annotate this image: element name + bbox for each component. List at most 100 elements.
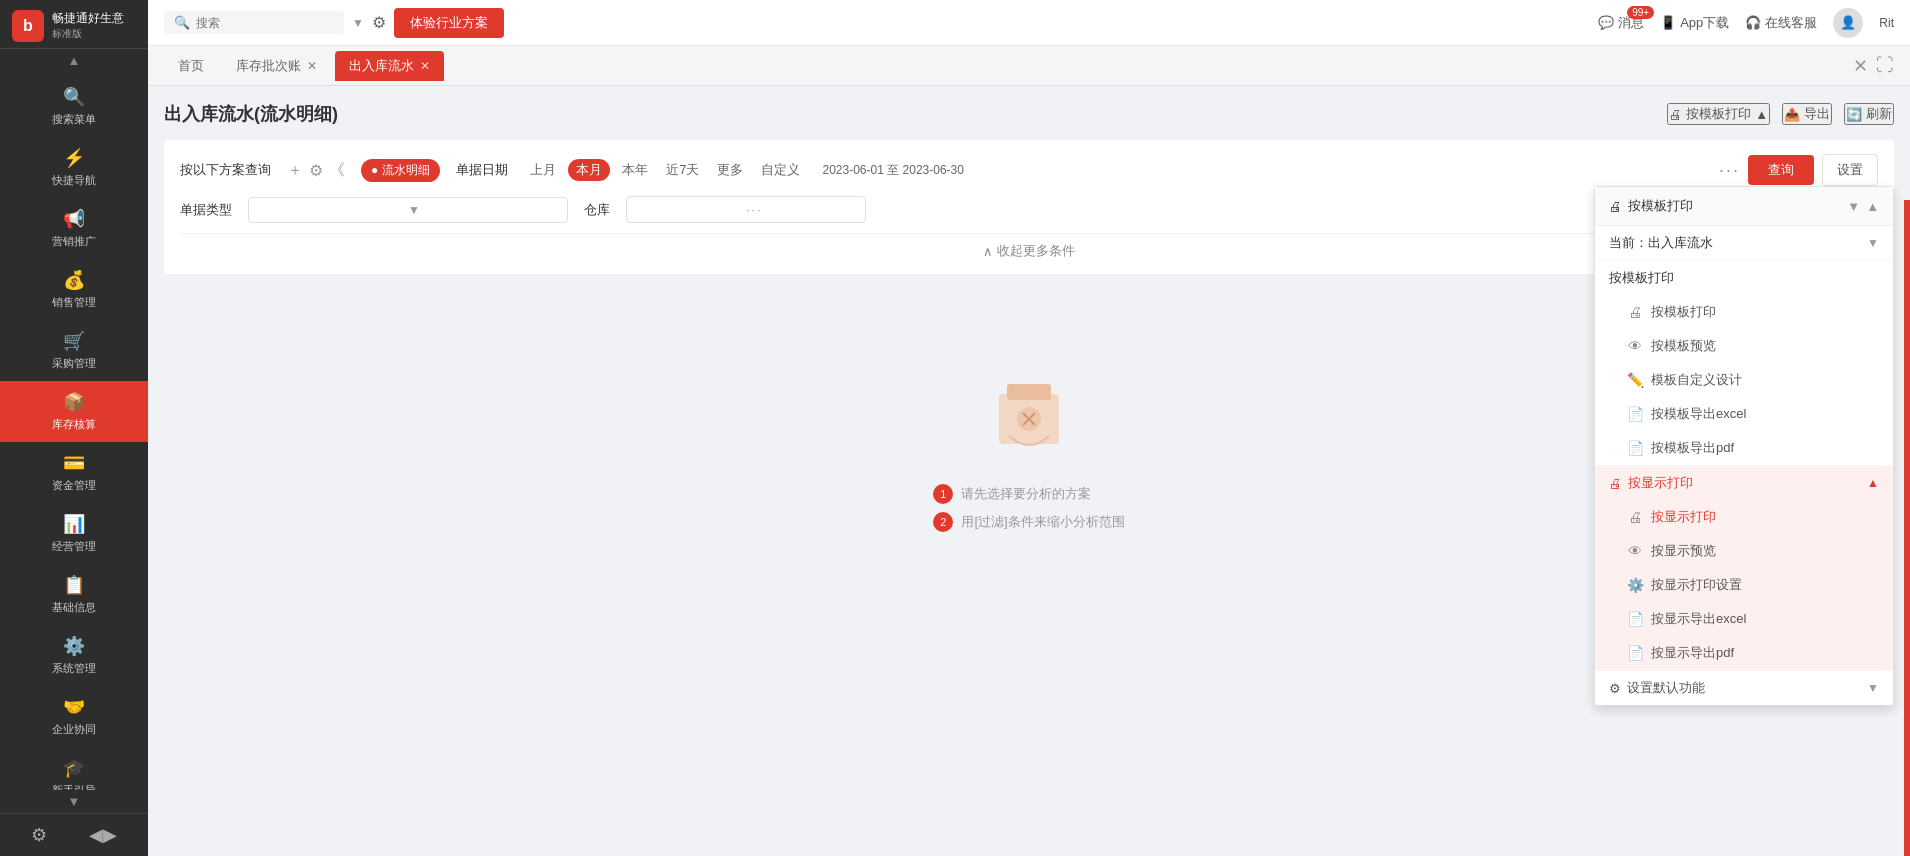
finance-nav-label: 资金管理 [52,478,96,493]
online-service-button[interactable]: 🎧 在线客服 [1745,14,1817,32]
tab-close-all-icon[interactable]: ✕ [1853,55,1868,77]
more-options-icon[interactable]: ··· [1719,160,1740,181]
export-button[interactable]: 📤 导出 [1782,103,1832,125]
filter-setting-button[interactable]: ⚙ [309,161,323,180]
sidebar-scroll-up[interactable]: ▲ [0,49,148,72]
tab-home[interactable]: 首页 [164,51,218,81]
dropdown-template-print-item[interactable]: 🖨 按模板打印 [1595,295,1893,329]
tab-batch-account[interactable]: 库存批次账 ✕ [222,51,331,81]
filter-add-button[interactable]: ＋ [287,160,303,181]
sidebar-bottom: ⚙ ◀▶ [0,813,148,856]
tab-batch-account-label: 库存批次账 [236,57,301,75]
dropdown-display-print-item[interactable]: 🖨 按显示打印 [1595,500,1893,534]
sidebar-item-marketing[interactable]: 📢 营销推广 [0,198,148,259]
sidebar-item-quick-nav[interactable]: ⚡ 快捷导航 [0,137,148,198]
search-nav-icon: 🔍 [63,86,85,108]
dropdown-display-header[interactable]: 🖨 按显示打印 ▲ [1595,466,1893,500]
print-dropdown-arrow[interactable]: ▲ [1755,107,1768,122]
display-preview-icon: 👁 [1627,543,1643,559]
template-pdf-icon: 📄 [1627,440,1643,456]
dropdown-footer-item[interactable]: ⚙ 设置默认功能 [1609,679,1705,697]
sidebar-item-operations[interactable]: 📊 经营管理 [0,503,148,564]
dropdown-template-header[interactable]: 按模板打印 [1595,261,1893,295]
collapse-more-btn[interactable]: ∧ 收起更多条件 [983,242,1075,260]
topbar-left: 🔍 ▼ ⚙ 体验行业方案 [164,8,504,38]
dropdown-template-label: 按模板打印 [1609,269,1674,287]
cooperation-nav-label: 企业协同 [52,722,96,737]
filter-label: 按以下方案查询 [180,161,271,179]
tab-maximize-icon[interactable]: ⛶ [1876,55,1894,76]
sidebar-item-purchase[interactable]: 🛒 采购管理 [0,320,148,381]
dropdown-template-excel-item[interactable]: 📄 按模板导出excel [1595,397,1893,431]
tab-expand-buttons: ✕ ⛶ [1853,55,1894,77]
operations-nav-label: 经营管理 [52,539,96,554]
basic-info-nav-label: 基础信息 [52,600,96,615]
filter-active-tag[interactable]: ● 流水明细 [361,159,440,182]
dropdown-template-design-item[interactable]: ✏️ 模板自定义设计 [1595,363,1893,397]
sidebar-scroll-down[interactable]: ▼ [0,790,148,813]
query-button[interactable]: 查询 [1748,155,1814,185]
avatar: 👤 [1833,8,1863,38]
sidebar-item-finance[interactable]: 💳 资金管理 [0,442,148,503]
dropdown-display-arrow: ▲ [1867,476,1879,490]
filter-collapse-button[interactable]: 《 [329,160,345,181]
dropdown-display-excel-item[interactable]: 📄 按显示导出excel [1595,602,1893,636]
tab-flow-close[interactable]: ✕ [420,59,430,73]
app-download-button[interactable]: 📱 App下载 [1660,14,1729,32]
sidebar-settings-btn[interactable]: ⚙ [31,824,47,846]
sales-nav-label: 销售管理 [52,295,96,310]
tab-flow[interactable]: 出入库流水 ✕ [335,51,444,81]
date-option-last-month[interactable]: 上月 [524,159,562,181]
warehouse-select[interactable]: ··· [626,196,866,223]
tab-batch-account-close[interactable]: ✕ [307,59,317,73]
dropdown-footer: ⚙ 设置默认功能 ▼ [1595,671,1893,705]
refresh-button[interactable]: 🔄 刷新 [1844,103,1894,125]
dropdown-printer-icon: 🖨 [1609,199,1622,214]
display-excel-label: 按显示导出excel [1651,610,1746,628]
date-option-more[interactable]: 更多 [711,159,749,181]
sidebar-item-basic-info[interactable]: 📋 基础信息 [0,564,148,625]
filter-tag-label: 流水明细 [382,162,430,179]
message-button[interactable]: 💬 消息 99+ [1598,14,1644,32]
dropdown-template-pdf-item[interactable]: 📄 按模板导出pdf [1595,431,1893,465]
dropdown-display-settings-item[interactable]: ⚙️ 按显示打印设置 [1595,568,1893,602]
settings-button[interactable]: 设置 [1822,154,1878,186]
topbar-search-chevron[interactable]: ▼ [352,16,364,30]
date-option-this-year[interactable]: 本年 [616,159,654,181]
right-edge-expand[interactable] [1904,200,1910,856]
trial-button[interactable]: 体验行业方案 [394,8,504,38]
doc-type-select[interactable]: ▼ [248,197,568,223]
date-option-7days[interactable]: 近7天 [660,159,705,181]
guide-nav-label: 新手引导 [52,783,96,790]
system-nav-label: 系统管理 [52,661,96,676]
date-option-this-month[interactable]: 本月 [568,159,610,181]
warehouse-more-icon[interactable]: ··· [746,202,855,217]
sidebar-logo: b 畅捷通好生意 标准版 [0,0,148,49]
sidebar-item-cooperation[interactable]: 🤝 企业协同 [0,686,148,747]
sidebar-item-inventory[interactable]: 📦 库存核算 [0,381,148,442]
svg-rect-1 [1007,384,1051,400]
online-service-label: 在线客服 [1765,14,1817,32]
template-print-label: 按模板打印 [1651,303,1716,321]
date-option-custom[interactable]: 自定义 [755,159,806,181]
sidebar-item-system[interactable]: ⚙️ 系统管理 [0,625,148,686]
dropdown-template-preview-item[interactable]: 👁 按模板预览 [1595,329,1893,363]
username-label: Rit [1879,16,1894,30]
dropdown-current-arrow[interactable]: ▼ [1847,199,1860,214]
search-input[interactable] [196,16,316,30]
print-button[interactable]: 🖨 按模板打印 ▲ [1667,103,1770,125]
dropdown-display-section: 🖨 按显示打印 ▲ 🖨 按显示打印 👁 按显示预览 ⚙️ [1595,466,1893,671]
sidebar-item-search[interactable]: 🔍 搜索菜单 [0,76,148,137]
tab-home-label: 首页 [178,57,204,75]
main-content: 🔍 ▼ ⚙ 体验行业方案 💬 消息 99+ 📱 App下载 🎧 [148,0,1910,856]
sidebar-item-guide[interactable]: 🎓 新手引导 [0,747,148,790]
topbar-gear-icon[interactable]: ⚙ [372,13,386,32]
sidebar-collapse-btn[interactable]: ◀▶ [89,824,117,846]
dropdown-display-pdf-item[interactable]: 📄 按显示导出pdf [1595,636,1893,670]
operations-nav-icon: 📊 [63,513,85,535]
date-range-text: 2023-06-01 至 2023-06-30 [822,162,963,179]
sidebar-item-sales[interactable]: 💰 销售管理 [0,259,148,320]
dropdown-collapse-arrow[interactable]: ▲ [1866,199,1879,214]
message-badge: 99+ [1627,6,1654,19]
dropdown-display-preview-item[interactable]: 👁 按显示预览 [1595,534,1893,568]
